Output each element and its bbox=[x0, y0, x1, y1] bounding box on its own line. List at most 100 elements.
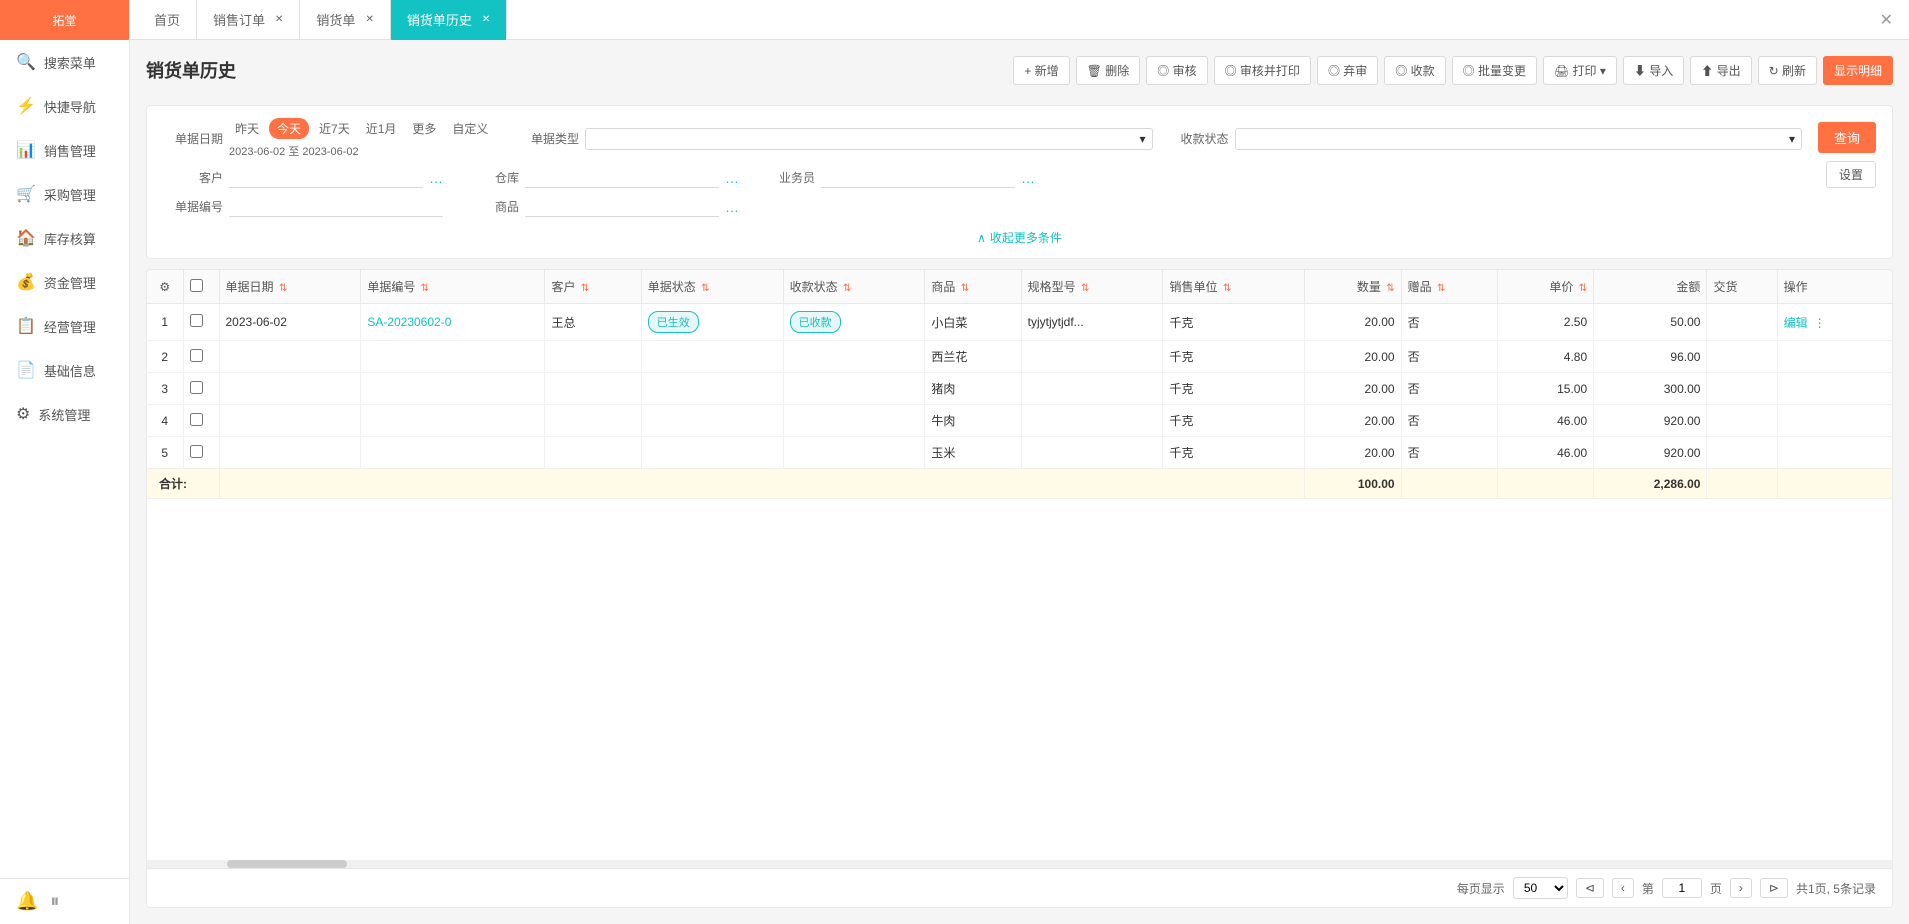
date-today[interactable]: 今天 bbox=[269, 118, 309, 139]
cell-gift: 否 bbox=[1401, 405, 1497, 437]
row-checkbox-4[interactable] bbox=[190, 445, 203, 458]
query-button[interactable]: 查询 bbox=[1818, 122, 1876, 153]
cell-gift: 否 bbox=[1401, 373, 1497, 405]
col-qty[interactable]: 数量 ⇅ bbox=[1305, 270, 1401, 304]
sidebar-icon-basic-info: 📄 bbox=[16, 360, 36, 380]
col-doc-date[interactable]: 单据日期 ⇅ bbox=[219, 270, 361, 304]
sidebar-item-inventory[interactable]: 🏠库存核算 bbox=[0, 216, 129, 260]
sidebar-item-sales[interactable]: 📊销售管理 bbox=[0, 128, 129, 172]
toolbar-btn-export[interactable]: ⬆ 导出 bbox=[1690, 56, 1751, 85]
pause-icon[interactable]: ⏸ bbox=[50, 891, 59, 912]
sidebar-label-system: 系统管理 bbox=[38, 405, 90, 424]
cell-seq: 3 bbox=[147, 373, 183, 405]
row-checkbox-3[interactable] bbox=[190, 413, 203, 426]
horizontal-scrollbar[interactable] bbox=[147, 860, 1892, 868]
sidebar-item-quick-nav[interactable]: ⚡快捷导航 bbox=[0, 84, 129, 128]
row-checkbox-1[interactable] bbox=[190, 349, 203, 362]
sidebar-item-operation[interactable]: 📋经营管理 bbox=[0, 304, 129, 348]
goods-input[interactable] bbox=[525, 196, 719, 217]
tab-close-sales-order[interactable]: ✕ bbox=[275, 14, 283, 25]
tab-close-sales-goods[interactable]: ✕ bbox=[365, 14, 373, 25]
toolbar-btn-print[interactable]: 🖨 打印 ▾ bbox=[1543, 56, 1617, 85]
toolbar-btn-refresh[interactable]: ↻ 刷新 bbox=[1758, 56, 1817, 85]
sidebar-label-quick-nav: 快捷导航 bbox=[44, 97, 96, 116]
col-price[interactable]: 单价 ⇅ bbox=[1497, 270, 1593, 304]
sidebar-label-inventory: 库存核算 bbox=[44, 229, 96, 248]
warehouse-input[interactable] bbox=[525, 167, 719, 188]
action-edit-btn[interactable]: 编辑 bbox=[1784, 316, 1808, 330]
tab-sales-goods[interactable]: 销货单✕ bbox=[300, 0, 390, 40]
set-button[interactable]: 设置 bbox=[1826, 161, 1876, 188]
col-goods[interactable]: 商品 ⇅ bbox=[925, 270, 1021, 304]
table-row: 5 玉米 千克 20.00 否 46.00 920.00 bbox=[147, 437, 1892, 469]
toolbar-btn-batch-change[interactable]: ◎ 批量变更 bbox=[1452, 56, 1537, 85]
col-collect-status[interactable]: 收款状态 ⇅ bbox=[783, 270, 925, 304]
toolbar-btn-audit[interactable]: ◎ 审核 bbox=[1146, 56, 1207, 85]
cell-price: 46.00 bbox=[1497, 405, 1593, 437]
doc-no-input[interactable] bbox=[229, 196, 443, 217]
col-spec[interactable]: 规格型号 ⇅ bbox=[1021, 270, 1163, 304]
date-1month[interactable]: 近1月 bbox=[360, 118, 403, 139]
page-input[interactable] bbox=[1662, 878, 1702, 898]
sidebar-item-system[interactable]: ⚙系统管理 bbox=[0, 392, 129, 436]
col-doc-status[interactable]: 单据状态 ⇅ bbox=[641, 270, 783, 304]
collect-status-select[interactable]: ▾ bbox=[1235, 128, 1803, 150]
sort-unit-icon: ⇅ bbox=[1223, 283, 1231, 294]
cell-customer bbox=[545, 437, 641, 469]
select-all-checkbox[interactable] bbox=[190, 279, 203, 292]
first-page-btn[interactable]: ⊲ bbox=[1576, 878, 1604, 898]
collapse-filter-button[interactable]: ∧ 收起更多条件 bbox=[163, 229, 1876, 246]
sidebar-item-search-menu[interactable]: 🔍搜索菜单 bbox=[0, 40, 129, 84]
notification-icon[interactable]: 🔔 bbox=[16, 891, 38, 912]
customer-dots[interactable]: … bbox=[429, 170, 443, 186]
action-more-btn[interactable]: ⋮ bbox=[1814, 316, 1826, 330]
col-trade: 交货 bbox=[1707, 270, 1777, 304]
date-yesterday[interactable]: 昨天 bbox=[229, 118, 265, 139]
tab-label-home: 首页 bbox=[154, 10, 180, 29]
toolbar-btn-import[interactable]: ⬇ 导入 bbox=[1623, 56, 1684, 85]
cell-unit: 千克 bbox=[1163, 437, 1305, 469]
cell-trade bbox=[1707, 405, 1777, 437]
toolbar-btn-delete[interactable]: 🗑 删除 bbox=[1076, 56, 1141, 85]
date-custom[interactable]: 自定义 bbox=[446, 118, 494, 139]
cell-unit: 千克 bbox=[1163, 304, 1305, 341]
toolbar-btn-abandon[interactable]: ◎ 弃审 bbox=[1317, 56, 1378, 85]
staff-dots[interactable]: … bbox=[1021, 170, 1035, 186]
collapse-icon: ∧ bbox=[977, 231, 986, 245]
date-more[interactable]: 更多 bbox=[406, 118, 442, 139]
last-page-btn[interactable]: ⊳ bbox=[1760, 878, 1788, 898]
col-customer[interactable]: 客户 ⇅ bbox=[545, 270, 641, 304]
toolbar-btn-new[interactable]: + 新增 bbox=[1013, 56, 1069, 85]
cell-collect-status bbox=[783, 437, 925, 469]
settings-icon[interactable]: ⚙ bbox=[159, 280, 170, 294]
goods-dots[interactable]: … bbox=[725, 199, 739, 215]
window-close-btn[interactable]: ✕ bbox=[1872, 10, 1901, 30]
col-gift[interactable]: 赠品 ⇅ bbox=[1401, 270, 1497, 304]
tab-sales-order[interactable]: 销售订单✕ bbox=[197, 0, 300, 40]
doc-type-select[interactable]: ▾ bbox=[585, 128, 1153, 150]
sidebar-item-basic-info[interactable]: 📄基础信息 bbox=[0, 348, 129, 392]
warehouse-dots[interactable]: … bbox=[725, 170, 739, 186]
sidebar-item-purchase[interactable]: 🛒采购管理 bbox=[0, 172, 129, 216]
tab-home[interactable]: 首页 bbox=[138, 0, 197, 40]
toolbar-btn-collect[interactable]: ◎ 收款 bbox=[1384, 56, 1445, 85]
cell-collect-status bbox=[783, 341, 925, 373]
row-checkbox-0[interactable] bbox=[190, 314, 203, 327]
cell-qty: 20.00 bbox=[1305, 373, 1401, 405]
row-checkbox-2[interactable] bbox=[190, 381, 203, 394]
date-7days[interactable]: 近7天 bbox=[313, 118, 356, 139]
per-page-select[interactable]: 50 100 200 bbox=[1513, 877, 1568, 899]
tab-close-sales-history[interactable]: ✕ bbox=[482, 14, 490, 25]
customer-input[interactable] bbox=[229, 167, 423, 188]
date-value: 2023-06-02 至 2023-06-02 bbox=[229, 143, 494, 159]
toolbar-btn-show-detail[interactable]: 显示明细 bbox=[1823, 56, 1893, 85]
next-page-btn[interactable]: › bbox=[1730, 878, 1752, 898]
col-doc-no[interactable]: 单据编号 ⇅ bbox=[361, 270, 545, 304]
col-unit[interactable]: 销售单位 ⇅ bbox=[1163, 270, 1305, 304]
toolbar-btn-audit-print[interactable]: ◎ 审核并打印 bbox=[1214, 56, 1311, 85]
prev-page-btn[interactable]: ‹ bbox=[1612, 878, 1634, 898]
staff-input[interactable] bbox=[821, 167, 1015, 188]
sidebar-item-finance[interactable]: 💰资金管理 bbox=[0, 260, 129, 304]
tab-sales-history[interactable]: 销货单历史✕ bbox=[391, 0, 507, 40]
col-settings[interactable]: ⚙ bbox=[147, 270, 183, 304]
